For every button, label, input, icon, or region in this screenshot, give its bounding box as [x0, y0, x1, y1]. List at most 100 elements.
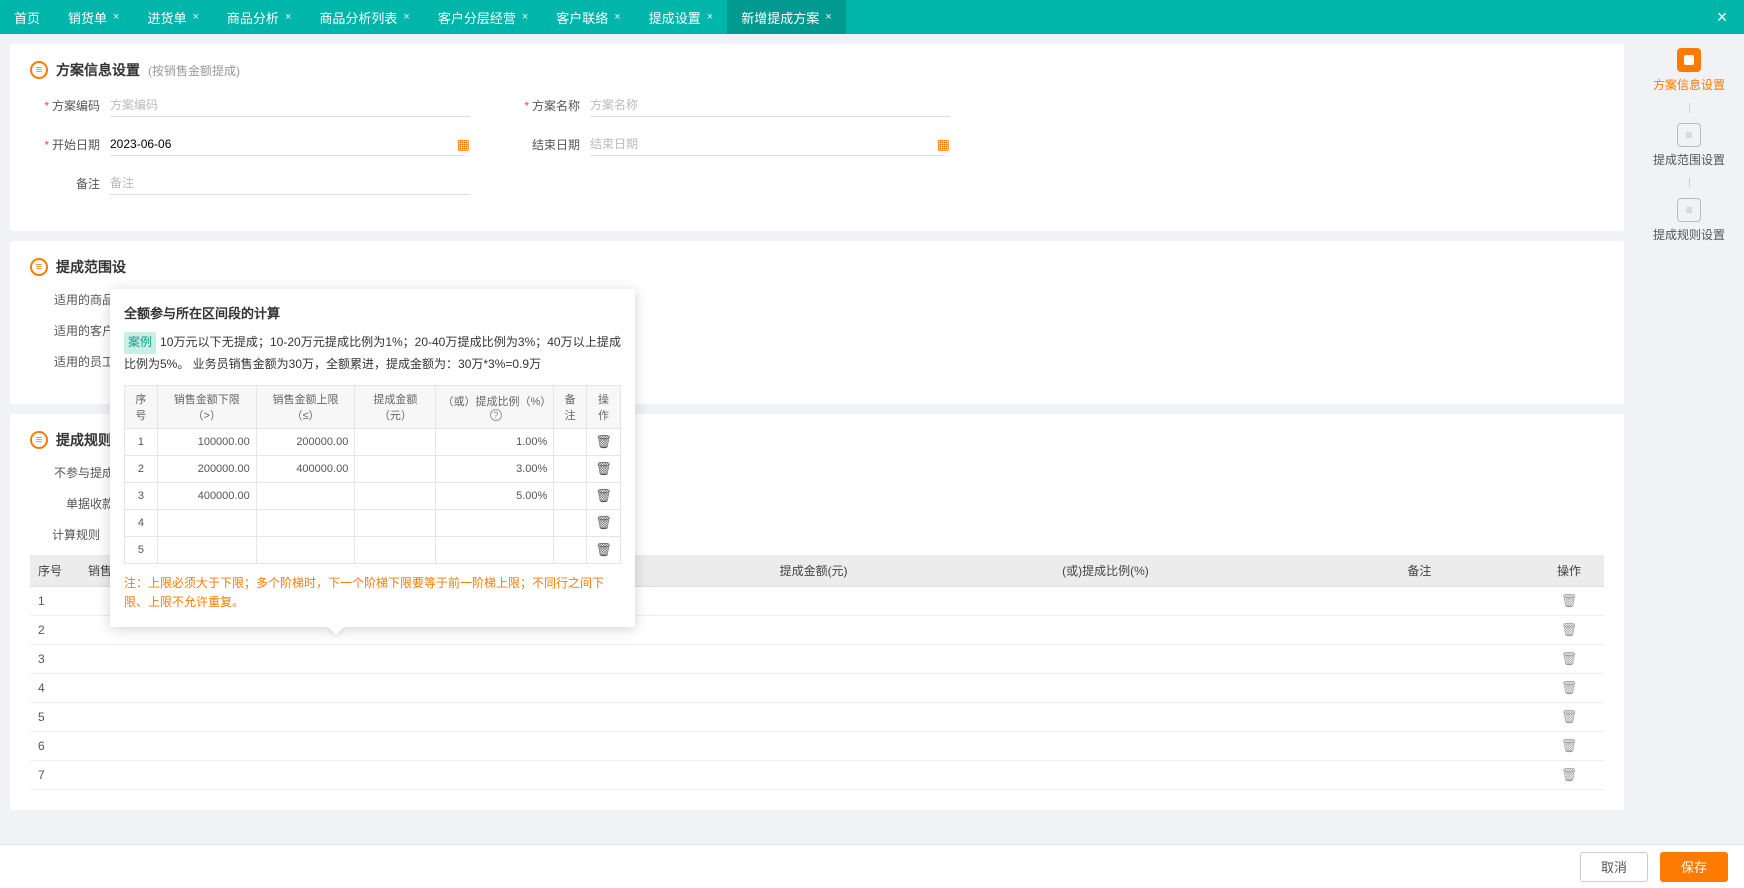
popover-arrow-icon: [328, 627, 344, 635]
name-input[interactable]: [590, 94, 950, 117]
calendar-icon[interactable]: ▦: [937, 136, 950, 153]
step-2[interactable]: ≡提成规则设置: [1638, 198, 1740, 243]
delete-icon[interactable]: 🗑: [587, 429, 621, 456]
delete-row-button[interactable]: 🗑: [1534, 616, 1604, 645]
table-row[interactable]: 6🗑: [30, 732, 1604, 761]
cell[interactable]: [772, 587, 1055, 616]
tab-close-icon[interactable]: ×: [825, 11, 831, 23]
cell[interactable]: [426, 761, 771, 790]
cell[interactable]: [80, 645, 426, 674]
tab-1[interactable]: 销货单×: [54, 0, 133, 34]
cell[interactable]: [1399, 645, 1534, 674]
table-row[interactable]: 7🗑: [30, 761, 1604, 790]
panel1-sub: (按销售金额提成): [148, 62, 240, 79]
popover-title: 全额参与所在区间段的计算: [124, 303, 621, 322]
cancel-button[interactable]: 取消: [1580, 852, 1648, 882]
step-0[interactable]: 方案信息设置: [1638, 48, 1740, 93]
tab-close-icon[interactable]: ×: [522, 11, 528, 23]
cell[interactable]: [1054, 703, 1399, 732]
popover-th: 操作: [587, 386, 621, 429]
panel2-title: 提成范围设: [56, 257, 126, 277]
popover-row: 4🗑: [125, 510, 621, 537]
table-row[interactable]: 3🗑: [30, 645, 1604, 674]
table-row[interactable]: 4🗑: [30, 674, 1604, 703]
tab-6[interactable]: 客户联络×: [542, 0, 634, 34]
tab-close-icon[interactable]: ×: [707, 11, 713, 23]
delete-row-button[interactable]: 🗑: [1534, 674, 1604, 703]
delete-icon[interactable]: 🗑: [587, 456, 621, 483]
delete-icon[interactable]: 🗑: [587, 510, 621, 537]
cell[interactable]: [1399, 703, 1534, 732]
step-separator: [1689, 178, 1690, 188]
calendar-icon[interactable]: ▦: [457, 136, 470, 153]
cell[interactable]: [80, 761, 426, 790]
start-date-input[interactable]: [110, 133, 465, 156]
delete-row-button[interactable]: 🗑: [1534, 703, 1604, 732]
tab-close-icon[interactable]: ×: [614, 11, 620, 23]
step-icon: ≡: [1677, 123, 1701, 147]
tabbar-close-button[interactable]: ×: [1708, 0, 1736, 34]
row-no: 1: [30, 587, 80, 616]
cell[interactable]: [772, 703, 1055, 732]
cell[interactable]: [1054, 587, 1399, 616]
cell[interactable]: [426, 732, 771, 761]
code-label: 方案编码: [30, 97, 100, 114]
tab-3[interactable]: 商品分析×: [213, 0, 305, 34]
cell[interactable]: [772, 645, 1055, 674]
popover-th: 备注: [554, 386, 587, 429]
tab-5[interactable]: 客户分层经营×: [424, 0, 542, 34]
row-no: 5: [30, 703, 80, 732]
cell[interactable]: [1054, 616, 1399, 645]
cell[interactable]: [1399, 587, 1534, 616]
row-no: 4: [30, 674, 80, 703]
cell[interactable]: [772, 674, 1055, 703]
cell[interactable]: [80, 674, 426, 703]
cell[interactable]: [1054, 674, 1399, 703]
tab-7[interactable]: 提成设置×: [635, 0, 727, 34]
cell[interactable]: [80, 732, 426, 761]
step-label: 提成范围设置: [1653, 151, 1725, 168]
cell[interactable]: [1399, 616, 1534, 645]
end-date-input[interactable]: [590, 133, 945, 156]
cell[interactable]: [426, 645, 771, 674]
tab-close-icon[interactable]: ×: [113, 11, 119, 23]
delete-row-button[interactable]: 🗑: [1534, 645, 1604, 674]
tab-2[interactable]: 进货单×: [133, 0, 212, 34]
tab-close-icon[interactable]: ×: [192, 11, 198, 23]
tab-close-icon[interactable]: ×: [285, 11, 291, 23]
cell[interactable]: [80, 703, 426, 732]
code-input[interactable]: [110, 94, 470, 117]
delete-row-button[interactable]: 🗑: [1534, 587, 1604, 616]
remark-label: 备注: [30, 175, 100, 192]
cell[interactable]: [426, 674, 771, 703]
popover-cell: [157, 510, 256, 537]
cell[interactable]: [1399, 732, 1534, 761]
tab-4[interactable]: 商品分析列表×: [305, 0, 423, 34]
help-icon[interactable]: ?: [490, 409, 502, 421]
cell[interactable]: [1399, 674, 1534, 703]
popover-cell: [355, 456, 436, 483]
tab-0[interactable]: 首页: [0, 0, 54, 34]
step-1[interactable]: ≡ 提成范围设置: [1638, 123, 1740, 168]
cell[interactable]: [772, 732, 1055, 761]
cell[interactable]: [772, 761, 1055, 790]
popover-cell: 5.00%: [436, 483, 554, 510]
table-row[interactable]: 5🗑: [30, 703, 1604, 732]
save-button[interactable]: 保存: [1660, 852, 1728, 882]
cell[interactable]: [772, 616, 1055, 645]
delete-icon[interactable]: 🗑: [587, 483, 621, 510]
delete-icon[interactable]: 🗑: [587, 537, 621, 564]
remark-input[interactable]: [110, 172, 470, 195]
tab-close-icon[interactable]: ×: [403, 11, 409, 23]
cell[interactable]: [1054, 645, 1399, 674]
delete-row-button[interactable]: 🗑: [1534, 761, 1604, 790]
cell[interactable]: [1054, 761, 1399, 790]
popover-cell: 200000.00: [157, 456, 256, 483]
cell[interactable]: [1399, 761, 1534, 790]
popover-cell: [554, 429, 587, 456]
cell[interactable]: [1054, 732, 1399, 761]
tab-8[interactable]: 新增提成方案×: [727, 0, 845, 34]
cell[interactable]: [426, 703, 771, 732]
panel1-title: 方案信息设置: [56, 60, 140, 80]
delete-row-button[interactable]: 🗑: [1534, 732, 1604, 761]
